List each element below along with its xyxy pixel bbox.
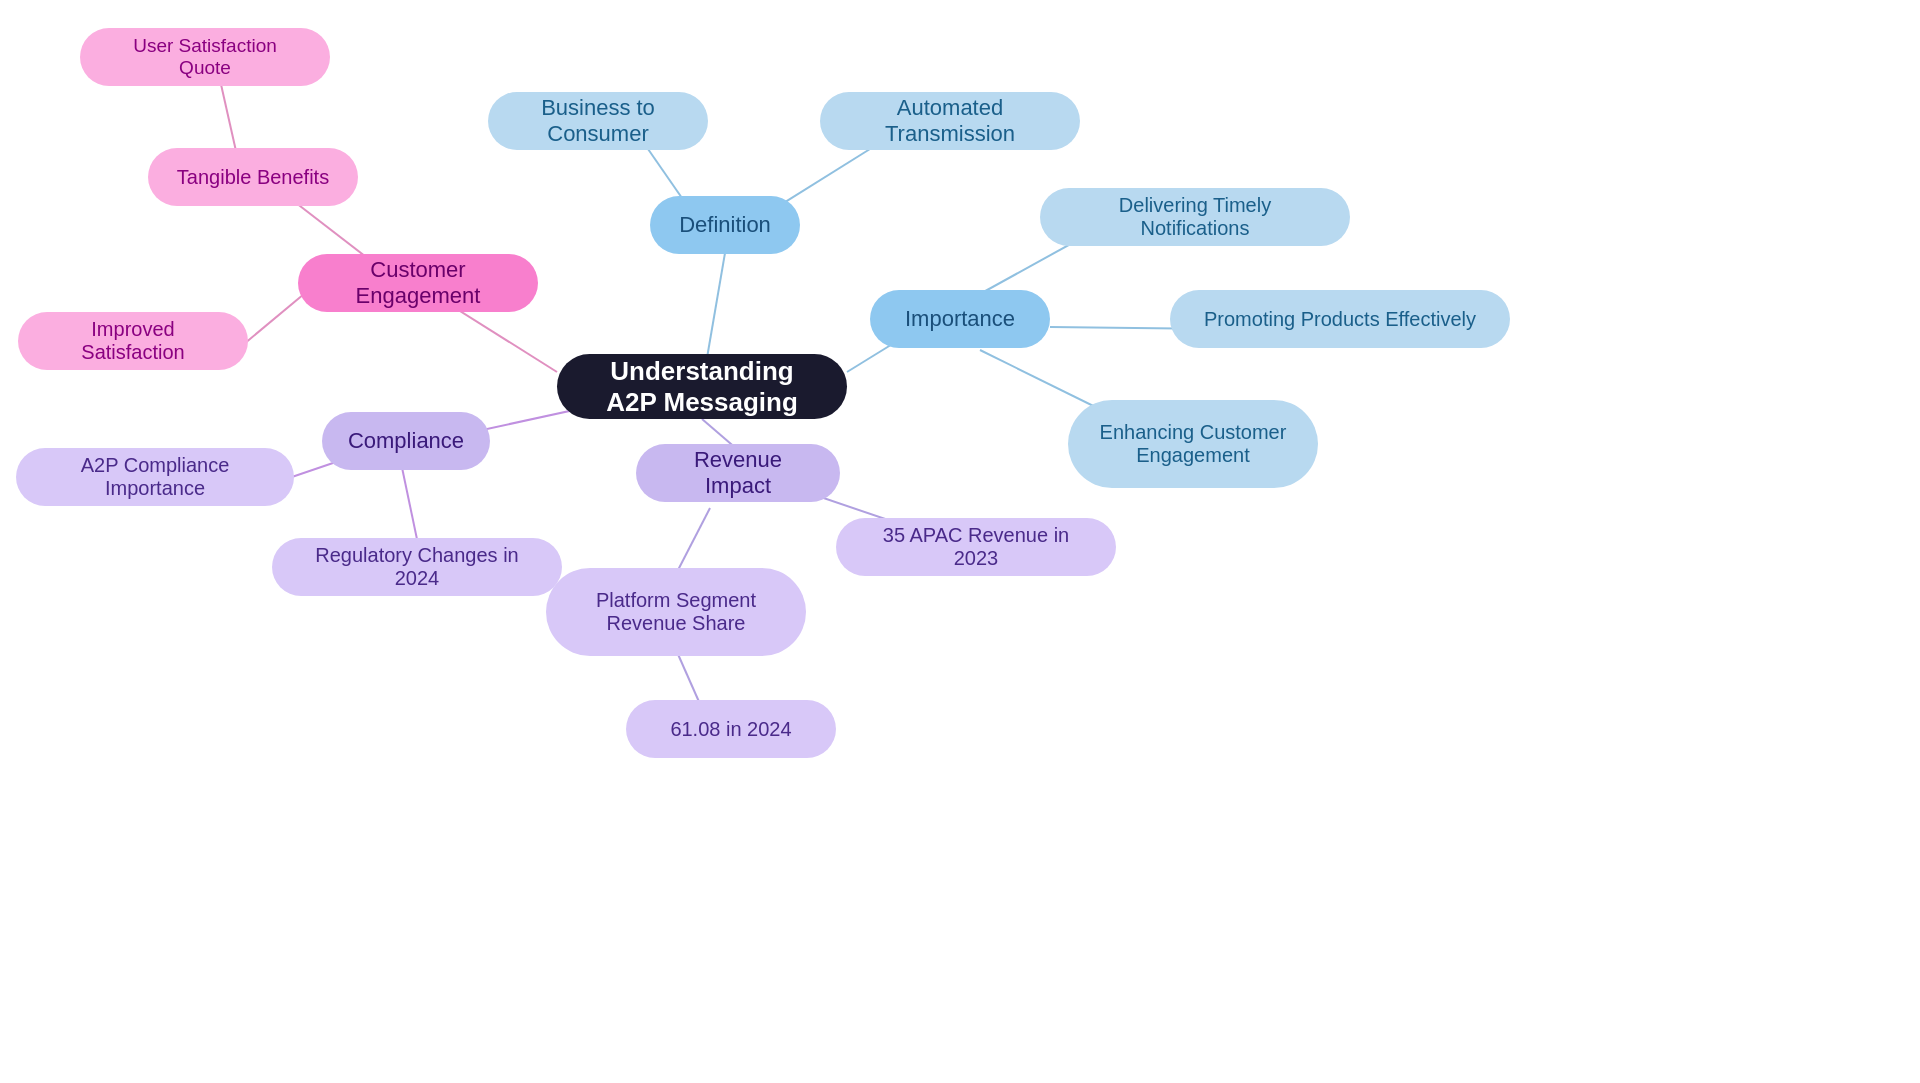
svg-line-17 (677, 652, 700, 704)
svg-line-6 (238, 289, 310, 349)
delivering-timely-node[interactable]: Delivering Timely Notifications (1040, 188, 1350, 246)
user-satisfaction-quote-node[interactable]: User Satisfaction Quote (80, 28, 330, 86)
value-6108-node[interactable]: 61.08 in 2024 (626, 700, 836, 758)
platform-segment-node[interactable]: Platform Segment Revenue Share (546, 568, 806, 656)
promoting-products-node[interactable]: Promoting Products Effectively (1170, 290, 1510, 348)
apac-revenue-node[interactable]: 35 APAC Revenue in 2023 (836, 518, 1116, 576)
definition-node[interactable]: Definition (650, 196, 800, 254)
improved-satisfaction-node[interactable]: Improved Satisfaction (18, 312, 248, 370)
a2p-compliance-node[interactable]: A2P Compliance Importance (16, 448, 294, 506)
business-to-consumer-node[interactable]: Business to Consumer (488, 92, 708, 150)
automated-transmission-node[interactable]: Automated Transmission (820, 92, 1080, 150)
enhancing-customer-node[interactable]: Enhancing Customer Engagement (1068, 400, 1318, 488)
center-node[interactable]: Understanding A2P Messaging (557, 354, 847, 419)
svg-line-15 (677, 508, 710, 572)
revenue-impact-node[interactable]: Revenue Impact (636, 444, 840, 502)
customer-engagement-node[interactable]: Customer Engagement (298, 254, 538, 312)
importance-node[interactable]: Importance (870, 290, 1050, 348)
regulatory-changes-node[interactable]: Regulatory Changes in 2024 (272, 538, 562, 596)
compliance-node[interactable]: Compliance (322, 412, 490, 470)
svg-line-13 (400, 458, 418, 544)
tangible-benefits-node[interactable]: Tangible Benefits (148, 148, 358, 206)
